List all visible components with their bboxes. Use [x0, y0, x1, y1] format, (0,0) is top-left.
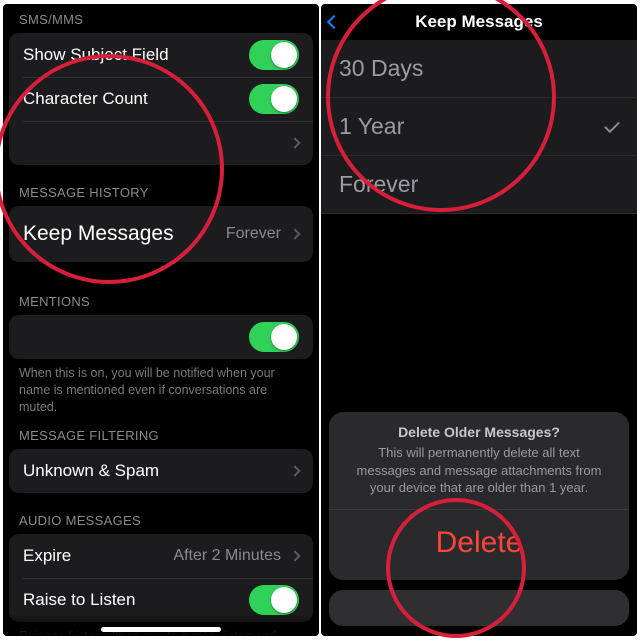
row-blocked[interactable]	[9, 121, 313, 165]
home-indicator[interactable]	[101, 627, 221, 632]
option-label: 30 Days	[339, 55, 423, 82]
toggle-mentions[interactable]	[249, 322, 299, 352]
option-1-year[interactable]: 1 Year	[321, 98, 637, 156]
action-sheet-header: Delete Older Messages? This will permane…	[329, 412, 629, 510]
label: Character Count	[23, 89, 249, 109]
action-sheet-title: Delete Older Messages?	[347, 424, 611, 440]
row-character-count[interactable]: Character Count	[9, 77, 313, 121]
section-header-mentions: MENTIONS	[3, 286, 319, 315]
value: Forever	[226, 225, 281, 243]
chevron-right-icon	[289, 550, 300, 561]
row-mentions[interactable]	[9, 315, 313, 359]
section-header-message-filtering: MESSAGE FILTERING	[3, 424, 319, 449]
section-header-message-history: MESSAGE HISTORY	[3, 177, 319, 206]
row-expire[interactable]: Expire After 2 Minutes	[9, 534, 313, 578]
group-mentions	[9, 315, 313, 359]
group-sms: Show Subject Field Character Count	[9, 33, 313, 165]
row-raise-to-listen[interactable]: Raise to Listen	[9, 578, 313, 622]
footer-mentions: When this is on, you will be notified wh…	[3, 359, 319, 424]
value: After 2 Minutes	[173, 547, 281, 565]
chevron-right-icon	[289, 228, 300, 239]
group-message-filtering: Unknown & Spam	[9, 449, 313, 493]
action-sheet: Delete Older Messages? This will permane…	[329, 412, 629, 626]
label: Show Subject Field	[23, 45, 249, 65]
row-unknown-spam[interactable]: Unknown & Spam	[9, 449, 313, 493]
messages-settings-screen: SMS/MMS Show Subject Field Character Cou…	[3, 4, 319, 636]
option-label: 1 Year	[339, 113, 404, 140]
chevron-left-icon	[327, 15, 341, 29]
checkmark-icon	[604, 117, 620, 133]
toggle-raise-to-listen[interactable]	[249, 585, 299, 615]
chevron-right-icon	[289, 465, 300, 476]
keep-messages-options: 30 Days 1 Year Forever	[321, 40, 637, 214]
group-audio-messages: Expire After 2 Minutes Raise to Listen	[9, 534, 313, 622]
action-sheet-card: Delete Older Messages? This will permane…	[329, 412, 629, 580]
toggle-character-count[interactable]	[249, 84, 299, 114]
label: Raise to Listen	[23, 590, 249, 610]
row-keep-messages[interactable]: Keep Messages Forever	[9, 206, 313, 262]
label: Expire	[23, 546, 173, 566]
option-label: Forever	[339, 171, 418, 198]
nav-title: Keep Messages	[415, 12, 543, 32]
section-header-audio-messages: AUDIO MESSAGES	[3, 505, 319, 534]
label: Keep Messages	[23, 222, 226, 246]
action-sheet-body: This will permanently delete all text me…	[347, 444, 611, 497]
row-show-subject-field[interactable]: Show Subject Field	[9, 33, 313, 77]
keep-messages-screen: Keep Messages 30 Days 1 Year Forever Del…	[321, 4, 637, 636]
delete-button[interactable]: Delete	[329, 510, 629, 580]
label: Unknown & Spam	[23, 461, 285, 481]
option-forever[interactable]: Forever	[321, 156, 637, 214]
section-header-sms: SMS/MMS	[3, 4, 319, 33]
group-message-history: Keep Messages Forever	[9, 206, 313, 262]
nav-bar: Keep Messages	[321, 4, 637, 40]
back-button[interactable]	[329, 4, 339, 40]
option-30-days[interactable]: 30 Days	[321, 40, 637, 98]
chevron-right-icon	[289, 137, 300, 148]
cancel-button[interactable]	[329, 590, 629, 626]
toggle-show-subject-field[interactable]	[249, 40, 299, 70]
